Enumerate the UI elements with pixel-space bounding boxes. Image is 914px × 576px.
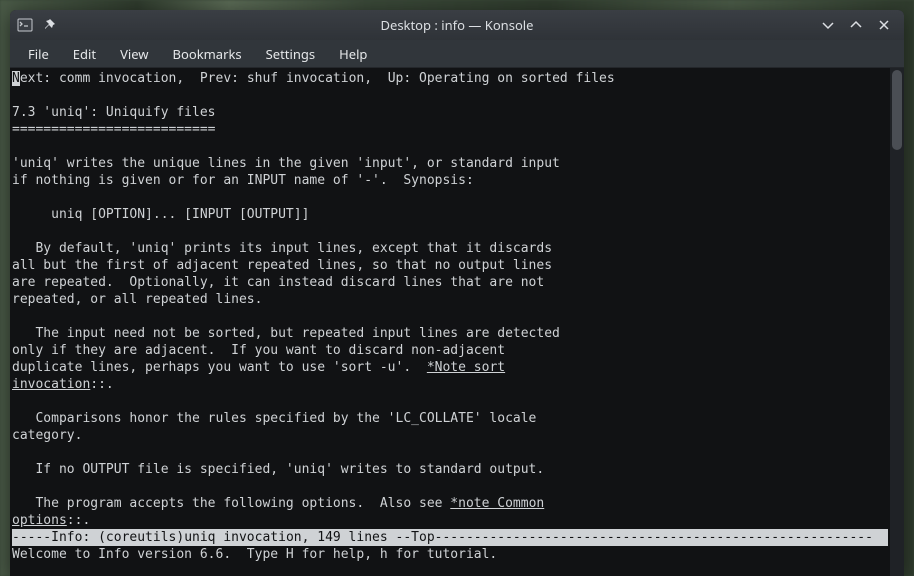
title-bar[interactable]: Desktop : info — Konsole [10,10,904,40]
terminal-area: Next: comm invocation, Prev: shuf invoca… [10,68,904,576]
info-status-line: -----Info: (coreutils)uniq invocation, 1… [12,529,888,546]
pin-icon[interactable] [40,16,58,34]
nav-next-label: ext: [20,71,59,86]
nav-next-value[interactable]: comm invocation, [59,71,184,86]
menu-settings[interactable]: Settings [256,42,325,66]
doc-p5: If no OUTPUT file is specified, 'uniq' w… [12,462,544,477]
minimize-button[interactable] [818,15,838,35]
doc-heading: 7.3 'uniq': Uniquify files [12,105,216,120]
doc-p2d: repeated, or all repeated lines. [12,292,262,307]
link-sort-invocation[interactable]: *Note sort [427,360,505,375]
titlebar-left [10,16,58,34]
statusline-prefix: ----- [12,530,51,545]
nav-up-value[interactable]: Operating on sorted files [419,71,615,86]
terminal-app-icon [16,16,34,34]
doc-p3c: duplicate lines, perhaps you want to use… [12,360,427,375]
cursor: N [12,71,20,86]
doc-p4b: category. [12,428,82,443]
doc-synopsis: uniq [OPTION]... [INPUT [OUTPUT]] [12,207,309,222]
nav-prev-value[interactable]: shuf invocation, [247,71,372,86]
doc-p3a: The input need not be sorted, but repeat… [12,326,560,341]
doc-p3d: ::. [90,377,113,392]
terminal-output[interactable]: Next: comm invocation, Prev: shuf invoca… [10,68,890,576]
doc-p4a: Comparisons honor the rules specified by… [12,411,536,426]
doc-p3b: only if they are adjacent. If you want t… [12,343,505,358]
doc-p2c: are repeated. Optionally, it can instead… [12,275,544,290]
titlebar-controls [818,15,904,35]
link-sort-invocation-cont[interactable]: invocation [12,377,90,392]
terminal-scrollbar[interactable] [890,68,904,576]
menu-view[interactable]: View [110,42,158,66]
statusline-fill: ----------------------------------------… [435,530,873,545]
doc-p1b: if nothing is given or for an INPUT name… [12,173,474,188]
konsole-window: Desktop : info — Konsole File Edit View … [10,10,904,576]
doc-p1a: 'uniq' writes the unique lines in the gi… [12,156,560,171]
nav-up-label: Up: [388,71,411,86]
window-title: Desktop : info — Konsole [10,16,904,34]
menu-bookmarks[interactable]: Bookmarks [163,42,252,66]
maximize-button[interactable] [846,15,866,35]
menu-edit[interactable]: Edit [63,42,106,66]
doc-underline: ========================== [12,122,216,137]
doc-p2b: all but the first of adjacent repeated l… [12,258,552,273]
doc-p6a: The program accepts the following option… [12,496,450,511]
doc-p2a: By default, 'uniq' prints its input line… [12,241,552,256]
link-common-options-cont[interactable]: options [12,513,67,528]
doc-p6b: ::. [67,513,90,528]
menu-file[interactable]: File [18,42,59,66]
info-echo-area: Welcome to Info version 6.6. Type H for … [12,547,497,562]
menu-help[interactable]: Help [329,42,377,66]
link-common-options[interactable]: *note Common [450,496,544,511]
scrollbar-thumb[interactable] [892,70,902,150]
close-button[interactable] [874,15,894,35]
menu-bar: File Edit View Bookmarks Settings Help [10,40,904,68]
nav-prev-label: Prev: [200,71,239,86]
statusline-body: Info: (coreutils)uniq invocation, 149 li… [51,530,435,545]
